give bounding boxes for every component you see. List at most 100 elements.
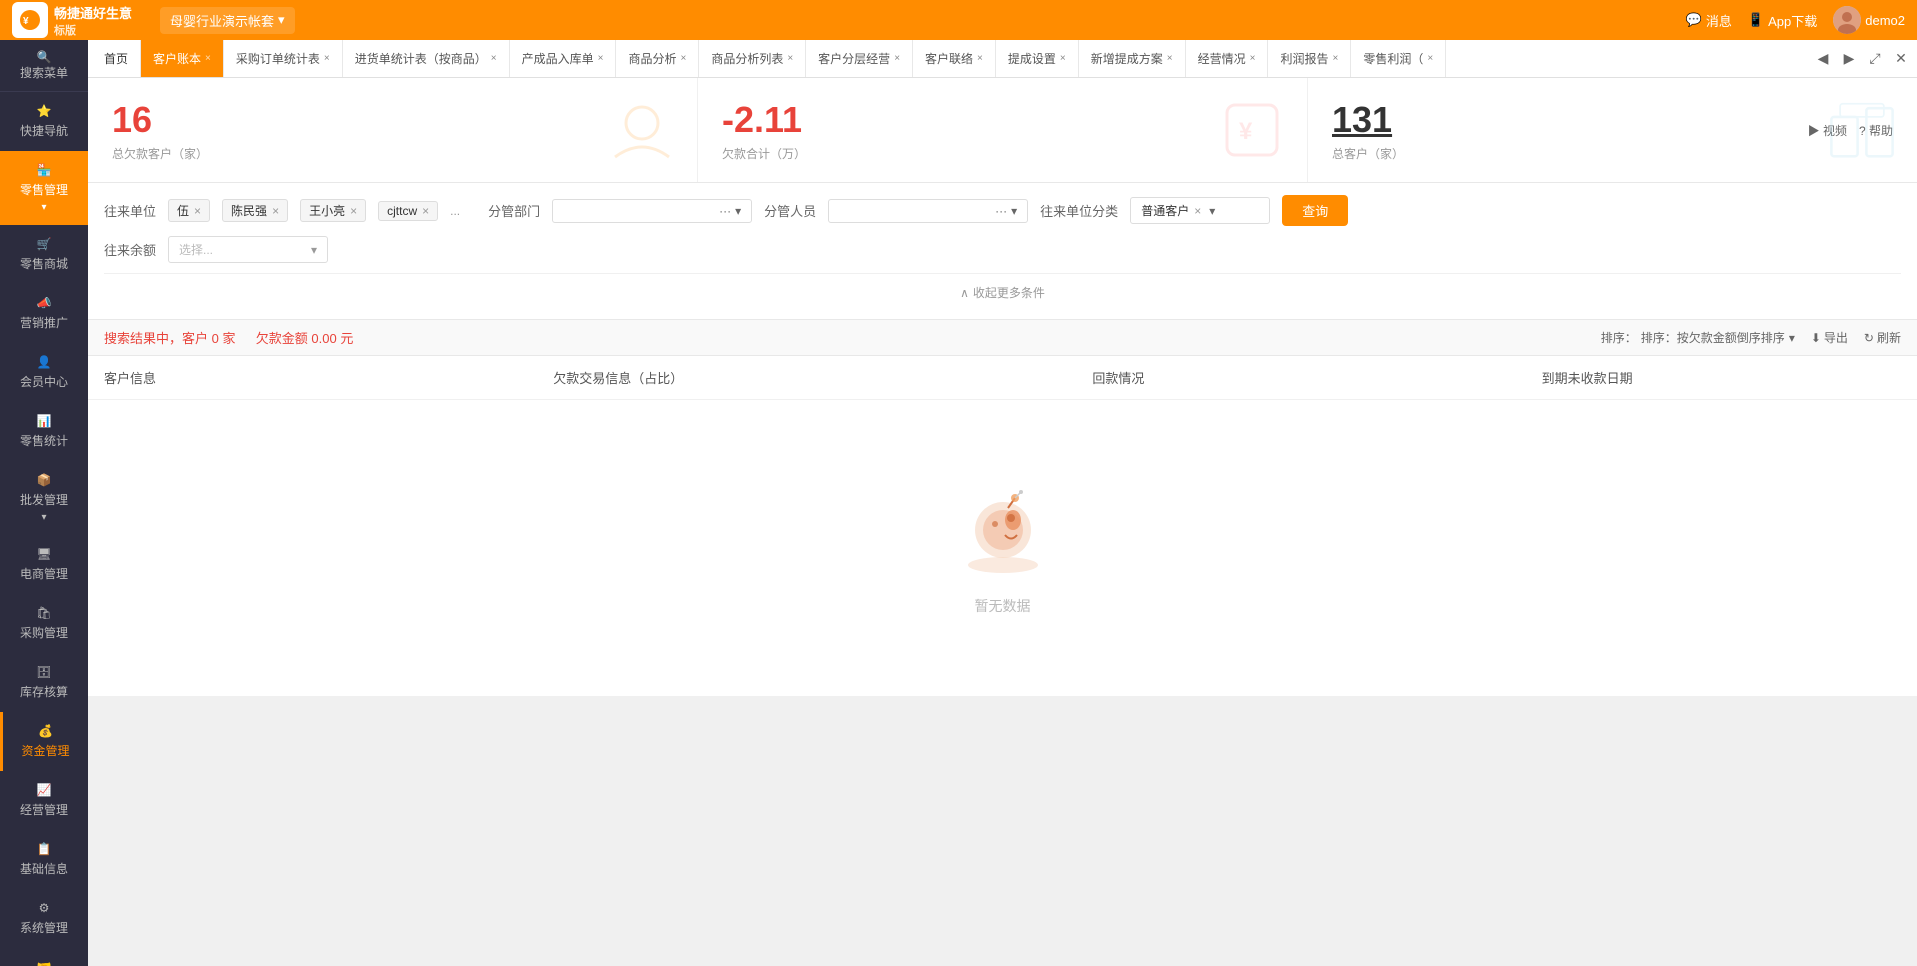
- messages-btn[interactable]: 💬 消息: [1686, 11, 1732, 30]
- balance-input[interactable]: 选择... ▾: [168, 236, 328, 263]
- result-bar: 搜索结果中，客户 0 家 欠款金额 0.00 元 排序： 排序：按欠款金额倒序排…: [88, 320, 1917, 356]
- tab-expand[interactable]: ⤢: [1863, 47, 1887, 71]
- remove-wu[interactable]: ×: [194, 204, 201, 218]
- store-selector[interactable]: 母婴行业演示帐套 ▾: [160, 7, 295, 34]
- tab-customer-segment[interactable]: 客户分层经营 ×: [806, 40, 913, 78]
- sidebar-item-operation[interactable]: 📈 经营管理: [0, 771, 88, 830]
- tab-bar: 首页 客户账本 × 采购订单统计表 × 进货单统计表（按商品） × 产成品入库单…: [88, 40, 1917, 78]
- filter-area: 往来单位 伍 × 陈民强 × 王小亮 ×: [88, 183, 1917, 320]
- sort-chevron: ▾: [1789, 331, 1795, 345]
- sidebar-item-system[interactable]: ⚙ 系统管理: [0, 889, 88, 948]
- tab-profit-report[interactable]: 利润报告 ×: [1268, 40, 1351, 78]
- sidebar-item-wholesale[interactable]: 📦 批发管理 ▾: [0, 461, 88, 535]
- sidebar-item-inventory[interactable]: 🗄 库存核算: [0, 653, 88, 712]
- close-product-inbound[interactable]: ×: [598, 53, 604, 64]
- close-add-promotion-plan[interactable]: ×: [1167, 53, 1173, 64]
- close-operation-status[interactable]: ×: [1250, 53, 1256, 64]
- close-profit-report[interactable]: ×: [1332, 53, 1338, 64]
- stat-value-customers: 16: [112, 98, 208, 141]
- unit-type-select[interactable]: 普通客户 × ▾: [1130, 197, 1270, 224]
- sort-select[interactable]: 排序： 排序：按欠款金额倒序排序 ▾: [1601, 329, 1795, 346]
- top-bar: ¥ 畅捷通好生意 标版 母婴行业演示帐套 ▾ 💬 消息 📱 App下载: [0, 0, 1917, 40]
- tab-scroll-left[interactable]: ◀: [1811, 47, 1835, 71]
- more-tags-btn[interactable]: ...: [450, 204, 460, 218]
- top-bar-right: 💬 消息 📱 App下载 demo2: [1686, 6, 1905, 34]
- collapse-area: ∧ 收起更多条件: [104, 273, 1901, 307]
- stat-value-total: 131: [1332, 98, 1404, 141]
- data-table: 客户信息 欠款交易信息（占比） 回款情况 到期未收款日期: [88, 356, 1917, 696]
- close-product-analysis-list[interactable]: ×: [787, 53, 793, 64]
- close-customer-ledger[interactable]: ×: [205, 53, 211, 64]
- tab-product-analysis-list[interactable]: 商品分析列表 ×: [699, 40, 806, 78]
- ecommerce-label: 电商管理: [20, 565, 68, 582]
- dept-select[interactable]: ··· ▾: [552, 199, 752, 223]
- marketing-icon: 📣: [37, 296, 52, 310]
- tab-customer-segment-label: 客户分层经营: [818, 50, 890, 67]
- message-icon: 💬: [1686, 12, 1702, 28]
- close-inbound-stats[interactable]: ×: [491, 53, 497, 64]
- content-area: 首页 客户账本 × 采购订单统计表 × 进货单统计表（按商品） × 产成品入库单…: [88, 40, 1917, 966]
- sidebar-item-retail-stat[interactable]: 📊 零售统计: [0, 402, 88, 461]
- remove-unit-type[interactable]: ×: [1194, 204, 1201, 218]
- sidebar-search[interactable]: 🔍 搜索菜单: [0, 40, 88, 92]
- tab-nav-buttons: ◀ ▶ ⤢ ✕: [1811, 47, 1913, 71]
- tab-purchase-order[interactable]: 采购订单统计表 ×: [224, 40, 343, 78]
- sidebar-item-quick-nav[interactable]: ⭐ 快捷导航: [0, 92, 88, 151]
- result-prefix: 搜索结果中，客户: [104, 331, 208, 346]
- collapse-btn[interactable]: ∧ 收起更多条件: [954, 278, 1051, 307]
- remove-wang[interactable]: ×: [350, 204, 357, 218]
- tab-add-promotion-plan[interactable]: 新增提成方案 ×: [1079, 40, 1186, 78]
- remove-chen[interactable]: ×: [272, 204, 279, 218]
- tab-promotion-settings[interactable]: 提成设置 ×: [996, 40, 1079, 78]
- mall-icon: 🛒: [37, 237, 52, 251]
- unit-type-tag: 普通客户 ×: [1141, 202, 1205, 219]
- tab-scroll-right[interactable]: ▶: [1837, 47, 1861, 71]
- close-product-analysis[interactable]: ×: [680, 53, 686, 64]
- sidebar-item-basic[interactable]: 📋 基础信息: [0, 830, 88, 889]
- sidebar-item-finance[interactable]: 💰 资金管理: [0, 712, 88, 771]
- tab-customer-contact[interactable]: 客户联络 ×: [913, 40, 996, 78]
- user-area[interactable]: demo2: [1833, 6, 1905, 34]
- export-btn[interactable]: ⬇ 导出: [1811, 329, 1848, 346]
- app-download-btn[interactable]: 📱 App下载: [1748, 11, 1817, 30]
- query-button[interactable]: 查询: [1282, 195, 1348, 226]
- sidebar-item-purchase[interactable]: 🛍 采购管理: [0, 594, 88, 653]
- tab-customer-ledger[interactable]: 客户账本 ×: [141, 40, 224, 78]
- tab-close-all[interactable]: ✕: [1889, 47, 1913, 71]
- sidebar-item-retail[interactable]: 🏪 零售管理 ▾: [0, 151, 88, 225]
- finance-icon: 💰: [38, 724, 53, 738]
- sidebar-item-ecommerce[interactable]: 🖥 电商管理: [0, 535, 88, 594]
- sidebar-item-cooperation[interactable]: 🤝 企业协同: [0, 948, 88, 966]
- tab-operation-status[interactable]: 经营情况 ×: [1186, 40, 1269, 78]
- balance-chevron: ▾: [311, 243, 317, 257]
- store-name: 母婴行业演示帐套: [170, 11, 274, 30]
- tab-retail-profit[interactable]: 零售利润（ ×: [1351, 40, 1446, 78]
- stat-value-debt: -2.11: [722, 98, 806, 141]
- tab-inbound-stats[interactable]: 进货单统计表（按商品） ×: [343, 40, 510, 78]
- balance-label: 往来余额: [104, 240, 156, 259]
- close-customer-contact[interactable]: ×: [977, 53, 983, 64]
- tab-product-inbound[interactable]: 产成品入库单 ×: [510, 40, 617, 78]
- sidebar-item-retail-mall[interactable]: 🛒 零售商城: [0, 225, 88, 284]
- unit-type-tag-text: 普通客户: [1141, 202, 1189, 219]
- marketing-label: 营销推广: [20, 314, 68, 331]
- close-retail-profit[interactable]: ×: [1427, 53, 1433, 64]
- wholesale-label: 批发管理: [20, 491, 68, 508]
- messages-label: 消息: [1706, 11, 1732, 30]
- export-label: 导出: [1824, 329, 1848, 346]
- tab-home[interactable]: 首页: [92, 40, 141, 78]
- tab-product-analysis[interactable]: 商品分析 ×: [616, 40, 699, 78]
- export-icon: ⬇: [1811, 331, 1821, 345]
- close-promotion-settings[interactable]: ×: [1060, 53, 1066, 64]
- tab-product-analysis-list-label: 商品分析列表: [711, 50, 783, 67]
- refresh-btn[interactable]: ↻ 刷新: [1864, 329, 1901, 346]
- close-purchase-order[interactable]: ×: [324, 53, 330, 64]
- sidebar-item-marketing[interactable]: 📣 营销推广: [0, 284, 88, 343]
- remove-cjttcw[interactable]: ×: [422, 204, 429, 218]
- sidebar-item-member[interactable]: 👤 会员中心: [0, 343, 88, 402]
- close-customer-segment[interactable]: ×: [894, 53, 900, 64]
- amount-value: 0.00: [311, 331, 336, 346]
- phone-icon: 📱: [1748, 12, 1764, 28]
- manager-select[interactable]: ··· ▾: [828, 199, 1028, 223]
- stat-icon: 📊: [37, 414, 52, 428]
